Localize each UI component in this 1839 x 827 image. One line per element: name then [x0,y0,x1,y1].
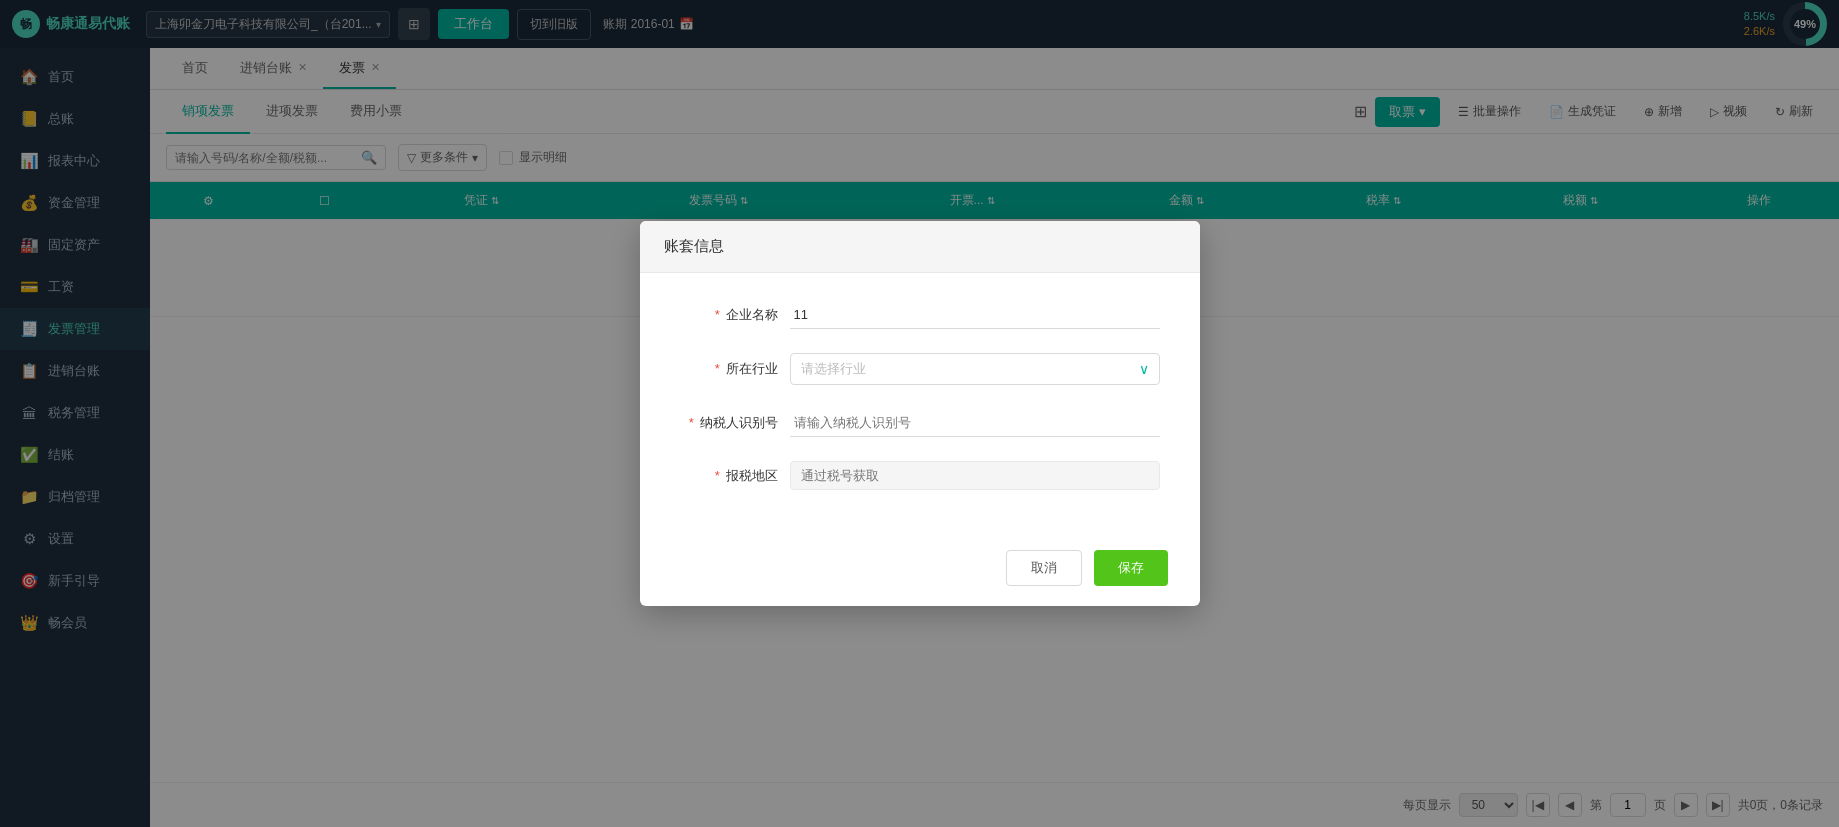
required-star2: * [715,361,720,376]
industry-placeholder: 请选择行业 [801,360,1139,378]
tax-id-input[interactable] [790,409,1160,437]
required-star3: * [689,415,694,430]
tax-id-row: * 纳税人识别号 [680,409,1160,437]
required-star: * [715,307,720,322]
industry-label: * 所在行业 [680,360,790,378]
industry-row: * 所在行业 请选择行业 ∨ [680,353,1160,385]
tax-id-label: * 纳税人识别号 [680,414,790,432]
account-info-modal: 账套信息 * 企业名称 * 所在行业 [640,221,1200,606]
required-star4: * [715,468,720,483]
modal-footer: 取消 保存 [640,534,1200,606]
industry-chevron-icon: ∨ [1139,361,1149,377]
company-name-input[interactable] [790,301,1160,329]
modal-overlay[interactable]: 账套信息 * 企业名称 * 所在行业 [0,0,1839,827]
tax-area-label: * 报税地区 [680,467,790,485]
tax-area-field [790,461,1160,490]
modal-header: 账套信息 [640,221,1200,273]
modal-body: * 企业名称 * 所在行业 请选择行业 ∨ [640,273,1200,534]
company-name-label: * 企业名称 [680,306,790,324]
tax-area-row: * 报税地区 [680,461,1160,490]
company-name-field [790,301,1160,329]
save-button[interactable]: 保存 [1094,550,1168,586]
modal-title: 账套信息 [664,237,724,254]
industry-select[interactable]: 请选择行业 ∨ [790,353,1160,385]
tax-id-field [790,409,1160,437]
tax-area-input [790,461,1160,490]
cancel-button[interactable]: 取消 [1006,550,1082,586]
industry-field: 请选择行业 ∨ [790,353,1160,385]
company-name-row: * 企业名称 [680,301,1160,329]
